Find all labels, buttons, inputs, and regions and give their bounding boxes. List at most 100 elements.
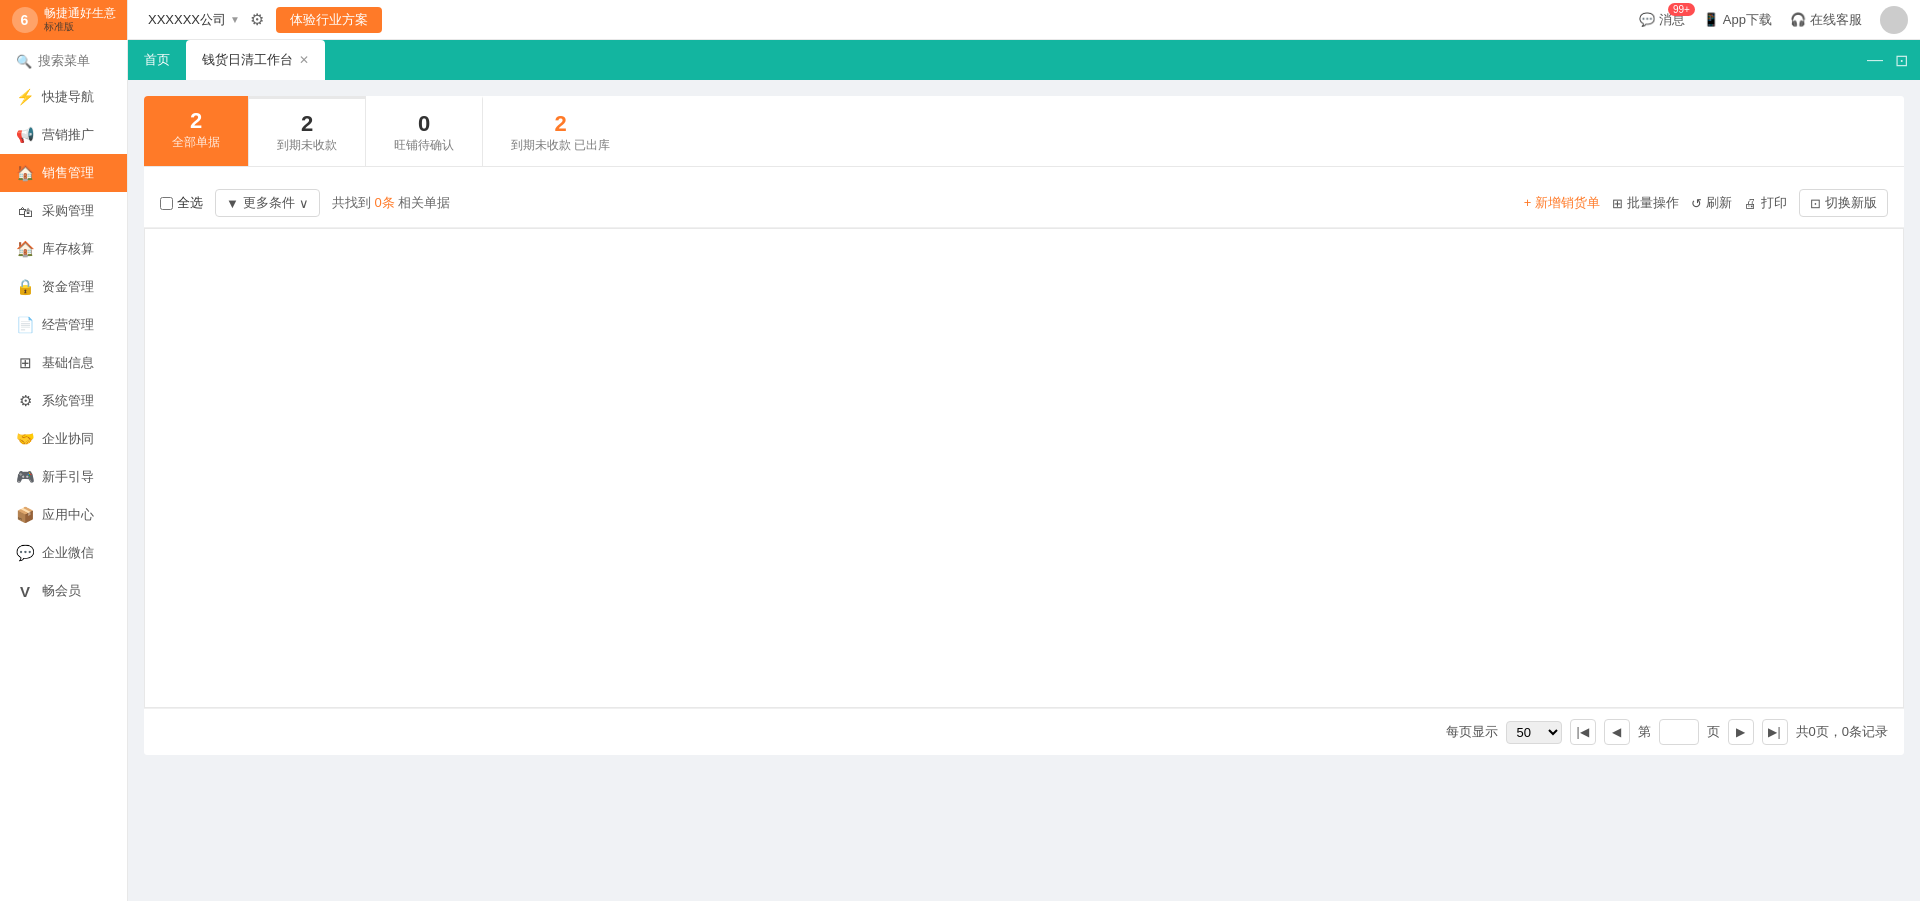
avatar[interactable] xyxy=(1880,6,1908,34)
filter-label: 更多条件 xyxy=(243,194,295,212)
batch-ops-button[interactable]: ⊞ 批量操作 xyxy=(1612,194,1679,212)
sidebar-item-label: 库存核算 xyxy=(42,240,94,258)
sidebar-item-basic-info[interactable]: ⊞ 基础信息 xyxy=(0,344,127,382)
messages-item[interactable]: 💬 消息 99+ xyxy=(1639,11,1685,29)
sidebar-item-finance[interactable]: 🔒 资金管理 xyxy=(0,268,127,306)
content-wrapper: 2 全部单据 2 到期未收款 0 旺铺待确认 2 到期未收款 已出库 全选 xyxy=(144,96,1904,755)
sidebar-item-label: 营销推广 xyxy=(42,126,94,144)
next-page-btn[interactable]: ▶ xyxy=(1728,719,1754,745)
sidebar-item-sales[interactable]: 🏠 销售管理 xyxy=(0,154,127,192)
stats-label-shipped: 到期未收款 已出库 xyxy=(511,138,610,152)
last-page-btn[interactable]: ▶| xyxy=(1762,719,1788,745)
tab-close-icon[interactable]: ✕ xyxy=(299,53,309,67)
sidebar-item-label: 企业协同 xyxy=(42,430,94,448)
sidebar-item-quick-nav[interactable]: ⚡ 快捷导航 xyxy=(0,78,127,116)
system-icon: ⚙ xyxy=(16,392,34,410)
online-service-item[interactable]: 🎧 在线客服 xyxy=(1790,11,1862,29)
sidebar-item-label: 销售管理 xyxy=(42,164,94,182)
download-icon: 📱 xyxy=(1703,12,1719,27)
found-count: 0条 xyxy=(375,195,395,210)
apps-icon: 📦 xyxy=(16,506,34,524)
app-download-item[interactable]: 📱 App下载 xyxy=(1703,11,1772,29)
sidebar-item-guide[interactable]: 🎮 新手引导 xyxy=(0,458,127,496)
select-all-label: 全选 xyxy=(177,194,203,212)
sidebar-item-label: 资金管理 xyxy=(42,278,94,296)
filter-icon: ▼ xyxy=(226,196,239,211)
stats-tab-shipped[interactable]: 2 到期未收款 已出库 xyxy=(483,96,638,166)
tab-home[interactable]: 首页 xyxy=(128,40,186,80)
sidebar-item-wework[interactable]: 💬 企业微信 xyxy=(0,534,127,572)
member-icon: V xyxy=(16,583,34,600)
select-all-input[interactable] xyxy=(160,197,173,210)
stats-num-overdue: 2 xyxy=(277,111,337,137)
sidebar-item-member[interactable]: V 畅会员 xyxy=(0,572,127,610)
sidebar-item-operations[interactable]: 📄 经营管理 xyxy=(0,306,127,344)
tab-home-label: 首页 xyxy=(144,51,170,69)
stats-label-pending: 旺铺待确认 xyxy=(394,138,454,152)
add-sales-button[interactable]: + 新增销货单 xyxy=(1524,194,1600,212)
sidebar-item-system[interactable]: ⚙ 系统管理 xyxy=(0,382,127,420)
inventory-icon: 🏠 xyxy=(16,240,34,258)
stats-tab-pending[interactable]: 0 旺铺待确认 xyxy=(366,96,483,166)
sidebar-item-label: 应用中心 xyxy=(42,506,94,524)
stats-tab-overdue[interactable]: 2 到期未收款 xyxy=(249,96,366,166)
operations-icon: 📄 xyxy=(16,316,34,334)
settings-icon[interactable]: ⚙ xyxy=(250,10,264,29)
stats-num-all: 2 xyxy=(172,108,220,134)
prev-page-btn[interactable]: ◀ xyxy=(1604,719,1630,745)
batch-icon: ⊞ xyxy=(1612,196,1623,211)
sidebar-item-label: 经营管理 xyxy=(42,316,94,334)
filter-button[interactable]: ▼ 更多条件 ∨ xyxy=(215,189,320,217)
per-page-select[interactable]: 50 100 200 xyxy=(1506,721,1562,744)
refresh-button[interactable]: ↺ 刷新 xyxy=(1691,194,1732,212)
logo-line2: 标准版 xyxy=(44,20,116,34)
print-label: 打印 xyxy=(1761,194,1787,212)
per-page-label: 每页显示 xyxy=(1446,723,1498,741)
page-input[interactable]: 1 xyxy=(1659,719,1699,745)
sidebar-item-label: 系统管理 xyxy=(42,392,94,410)
select-all-checkbox[interactable]: 全选 xyxy=(160,194,203,212)
company-name: XXXXXX公司 xyxy=(148,11,226,29)
switch-label: 切换新版 xyxy=(1825,194,1877,212)
online-service-label: 在线客服 xyxy=(1810,11,1862,29)
sales-icon: 🏠 xyxy=(16,164,34,182)
page-suffix: 页 xyxy=(1707,723,1720,741)
sidebar-item-marketing[interactable]: 📢 营销推广 xyxy=(0,116,127,154)
sidebar-item-apps[interactable]: 📦 应用中心 xyxy=(0,496,127,534)
sidebar-nav: 🔍 搜索菜单 ⚡ 快捷导航 📢 营销推广 🏠 销售管理 🛍 采购管理 🏠 库存核… xyxy=(0,40,127,901)
trial-button[interactable]: 体验行业方案 xyxy=(276,7,382,33)
switch-version-button[interactable]: ⊡ 切换新版 xyxy=(1799,189,1888,217)
toolbar-left: 全选 ▼ 更多条件 ∨ 共找到 0条 相关单据 xyxy=(160,189,1512,217)
finance-icon: 🔒 xyxy=(16,278,34,296)
message-icon: 💬 xyxy=(1639,12,1655,27)
stats-tabs: 2 全部单据 2 到期未收款 0 旺铺待确认 2 到期未收款 已出库 xyxy=(144,96,1904,167)
found-prefix: 共找到 xyxy=(332,195,371,210)
sidebar-logo: 6 畅捷通好生意 标准版 xyxy=(0,0,127,40)
sidebar-item-label: 新手引导 xyxy=(42,468,94,486)
found-text: 共找到 0条 相关单据 xyxy=(332,194,450,212)
sidebar-item-enterprise[interactable]: 🤝 企业协同 xyxy=(0,420,127,458)
first-page-btn[interactable]: |◀ xyxy=(1570,719,1596,745)
tab-minimize-icon[interactable]: — xyxy=(1867,51,1883,69)
company-selector[interactable]: XXXXXX公司 ▼ xyxy=(148,11,240,29)
stats-label-overdue: 到期未收款 xyxy=(277,138,337,152)
basicinfo-icon: ⊞ xyxy=(16,354,34,372)
sidebar-item-search[interactable]: 🔍 搜索菜单 xyxy=(0,44,127,78)
sidebar-item-purchase[interactable]: 🛍 采购管理 xyxy=(0,192,127,230)
print-button[interactable]: 🖨 打印 xyxy=(1744,194,1787,212)
stats-tab-all[interactable]: 2 全部单据 xyxy=(144,96,249,166)
stats-num-shipped: 2 xyxy=(511,111,610,137)
stats-num-pending: 0 xyxy=(394,111,454,137)
enterprise-icon: 🤝 xyxy=(16,430,34,448)
main-content: 2 全部单据 2 到期未收款 0 旺铺待确认 2 到期未收款 已出库 全选 xyxy=(128,80,1920,901)
page-label: 第 xyxy=(1638,723,1651,741)
sidebar-item-inventory[interactable]: 🏠 库存核算 xyxy=(0,230,127,268)
table-area xyxy=(144,228,1904,708)
sidebar-item-label: 基础信息 xyxy=(42,354,94,372)
sidebar-item-label: 采购管理 xyxy=(42,202,94,220)
tab-expand-icon[interactable]: ⊡ xyxy=(1895,51,1908,70)
tab-workbench[interactable]: 钱货日清工作台 ✕ xyxy=(186,40,325,80)
page-summary: 共0页，0条记录 xyxy=(1796,723,1888,741)
filter-chevron-icon: ∨ xyxy=(299,196,309,211)
messages-badge: 99+ xyxy=(1668,3,1695,16)
